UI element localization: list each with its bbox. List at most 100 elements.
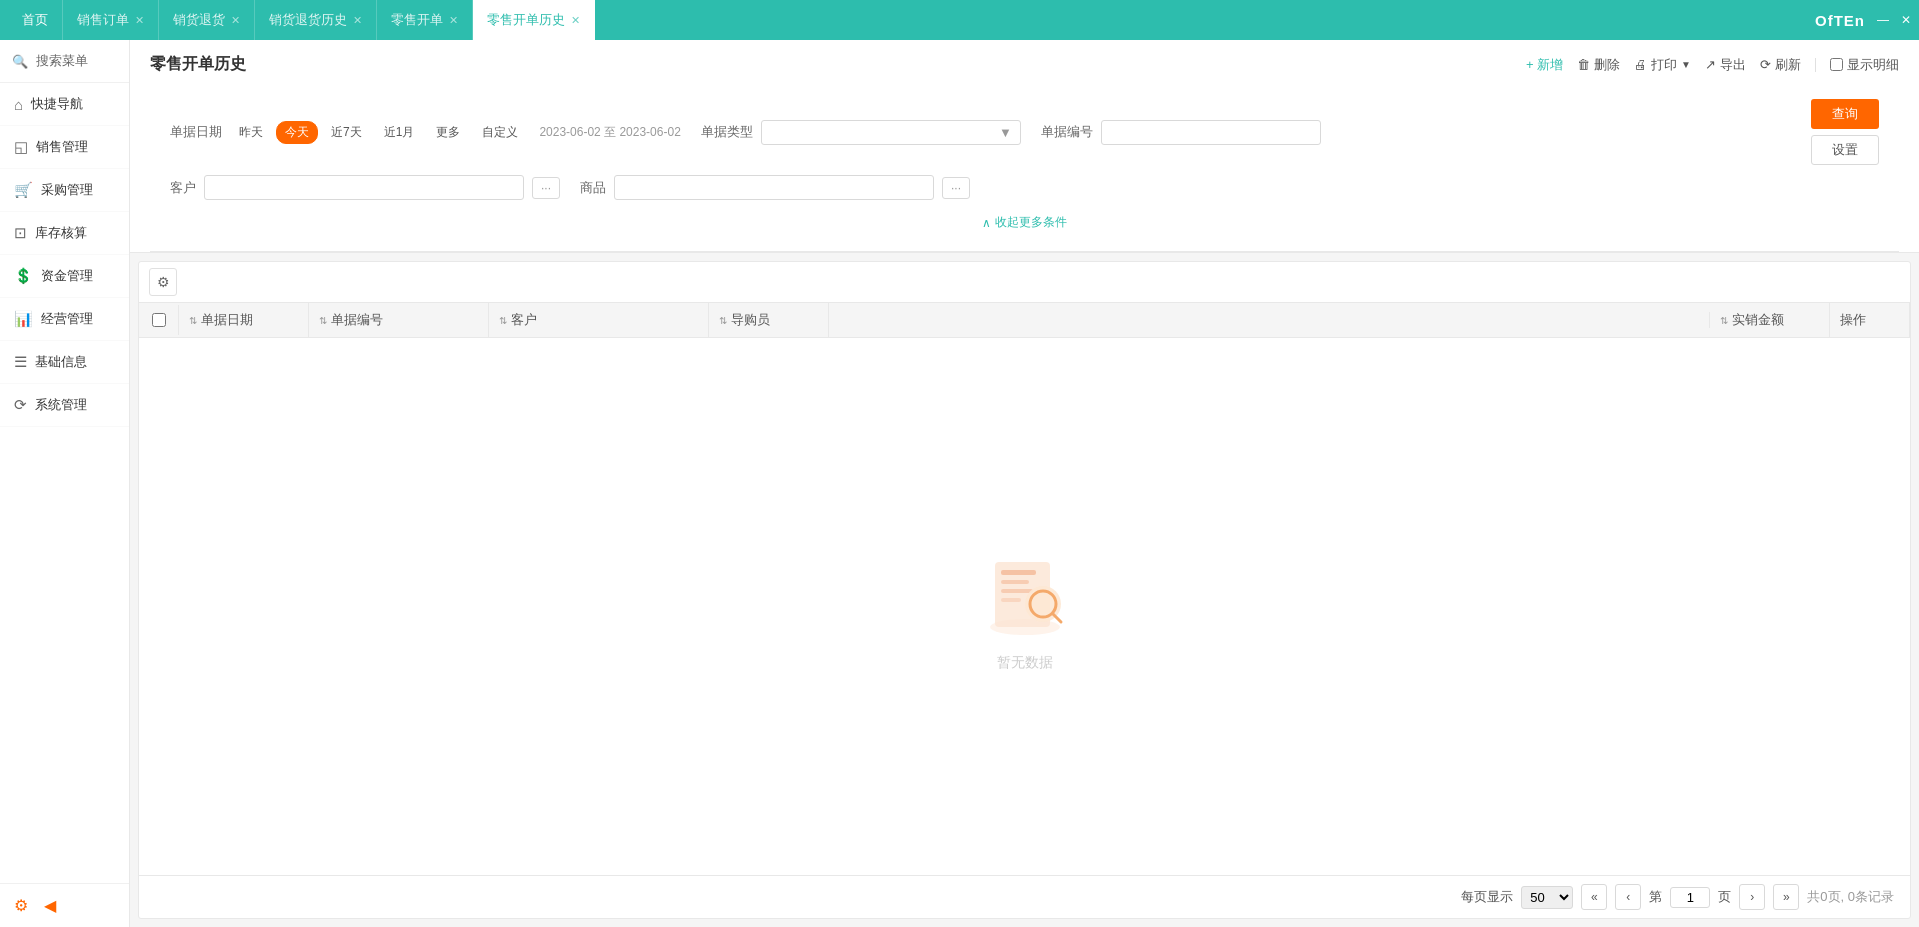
export-button-label: 导出 xyxy=(1720,56,1746,74)
refresh-button[interactable]: ⟳ 刷新 xyxy=(1760,56,1801,74)
per-page-label: 每页显示 xyxy=(1461,888,1513,906)
export-button[interactable]: ↗ 导出 xyxy=(1705,56,1746,74)
show-detail-checkbox[interactable] xyxy=(1830,58,1843,71)
tab-sales-return[interactable]: 销货退货 ✕ xyxy=(159,0,255,40)
delete-button[interactable]: 🗑 删除 xyxy=(1577,56,1620,74)
tab-retail-open-history-close[interactable]: ✕ xyxy=(571,14,580,27)
table-config-button[interactable]: ⚙ xyxy=(149,268,177,296)
query-row-2: 客户 ··· 商品 ··· xyxy=(170,175,1879,200)
query-btn-group: 查询 设置 xyxy=(1811,99,1879,165)
prev-page-btn[interactable]: ‹ xyxy=(1615,884,1641,910)
date-btn-7days[interactable]: 近7天 xyxy=(322,121,371,144)
per-page-select[interactable]: 50 100 200 xyxy=(1521,886,1573,909)
tab-sales-return-history[interactable]: 销货退货历史 ✕ xyxy=(255,0,377,40)
add-button-label: + 新增 xyxy=(1526,56,1563,74)
page-title-row: 零售开单历史 + 新增 🗑 删除 🖨 打印 ▼ ↗ xyxy=(150,54,1899,75)
sidebar-item-sales-label: 销售管理 xyxy=(36,138,88,156)
page-header: 零售开单历史 + 新增 🗑 删除 🖨 打印 ▼ ↗ xyxy=(130,40,1919,253)
tab-retail-open-history[interactable]: 零售开单历史 ✕ xyxy=(473,0,595,40)
sidebar-item-purchase[interactable]: 🛒 采购管理 xyxy=(0,169,129,212)
th-customer[interactable]: ⇅ 客户 xyxy=(489,303,709,337)
type-dropdown[interactable]: ▼ xyxy=(761,120,1021,145)
collapse-label: 收起更多条件 xyxy=(995,214,1067,231)
collapse-more-btn[interactable]: ∧ 收起更多条件 xyxy=(170,210,1879,239)
first-page-btn[interactable]: « xyxy=(1581,884,1607,910)
sidebar-item-inventory[interactable]: ⊡ 库存核算 xyxy=(0,212,129,255)
th-guide[interactable]: ⇅ 导购员 xyxy=(709,303,829,337)
home-icon: ⌂ xyxy=(14,96,23,113)
customer-dots-btn[interactable]: ··· xyxy=(532,177,560,199)
svg-rect-5 xyxy=(1001,598,1021,602)
product-input[interactable] xyxy=(614,175,934,200)
select-all-checkbox[interactable] xyxy=(152,313,166,327)
sidebar-bottom: ⚙ ◀ xyxy=(0,883,129,927)
query-button[interactable]: 查询 xyxy=(1811,99,1879,129)
tab-sales-return-close[interactable]: ✕ xyxy=(231,14,240,27)
purchase-icon: 🛒 xyxy=(14,181,33,199)
tab-sales-order-close[interactable]: ✕ xyxy=(135,14,144,27)
sidebar-collapse-icon[interactable]: ◀ xyxy=(44,896,56,915)
date-btn-today[interactable]: 今天 xyxy=(276,121,318,144)
delete-button-label: 删除 xyxy=(1594,56,1620,74)
sort-icon-date: ⇅ xyxy=(189,315,197,326)
next-page-btn[interactable]: › xyxy=(1739,884,1765,910)
date-btn-1month[interactable]: 近1月 xyxy=(375,121,424,144)
page-input[interactable] xyxy=(1670,887,1710,908)
order-no-input[interactable] xyxy=(1101,120,1321,145)
brand-logo: OfTEn xyxy=(1815,12,1865,29)
sidebar-item-base-info-label: 基础信息 xyxy=(35,353,87,371)
sidebar-search[interactable]: 🔍 搜索菜单 xyxy=(0,40,129,83)
sidebar-item-quick-nav[interactable]: ⌂ 快捷导航 xyxy=(0,83,129,126)
toolbar-actions: + 新增 🗑 删除 🖨 打印 ▼ ↗ 导出 xyxy=(1526,56,1899,74)
th-date[interactable]: ⇅ 单据日期 xyxy=(179,303,309,337)
th-action-label: 操作 xyxy=(1840,311,1866,329)
print-button-label: 打印 xyxy=(1651,56,1677,74)
tab-retail-open-close[interactable]: ✕ xyxy=(449,14,458,27)
customer-label: 客户 xyxy=(170,179,196,197)
date-range-display: 2023-06-02 至 2023-06-02 xyxy=(539,124,680,141)
date-btn-yesterday[interactable]: 昨天 xyxy=(230,121,272,144)
empty-illustration xyxy=(975,542,1075,642)
sidebar-item-operations[interactable]: 📊 经营管理 xyxy=(0,298,129,341)
window-minimize[interactable]: — xyxy=(1877,13,1889,27)
order-no-field: 单据编号 xyxy=(1041,120,1321,145)
order-no-label: 单据编号 xyxy=(1041,123,1093,141)
print-button[interactable]: 🖨 打印 ▼ xyxy=(1634,56,1691,74)
date-btn-custom[interactable]: 自定义 xyxy=(473,121,527,144)
content-area: 零售开单历史 + 新增 🗑 删除 🖨 打印 ▼ ↗ xyxy=(130,40,1919,927)
date-filter-btns: 昨天 今天 近7天 近1月 更多 自定义 xyxy=(230,121,527,144)
search-icon: 🔍 xyxy=(12,54,28,69)
th-order-no[interactable]: ⇅ 单据编号 xyxy=(309,303,489,337)
sidebar-item-finance[interactable]: 💲 资金管理 xyxy=(0,255,129,298)
last-page-btn[interactable]: » xyxy=(1773,884,1799,910)
tab-sales-order[interactable]: 销售订单 ✕ xyxy=(63,0,159,40)
th-amount[interactable]: ⇅ 实销金额 xyxy=(1710,303,1830,337)
sales-icon: ◱ xyxy=(14,138,28,156)
customer-input[interactable] xyxy=(204,175,524,200)
tab-sales-return-history-label: 销货退货历史 xyxy=(269,11,347,29)
product-dots-btn[interactable]: ··· xyxy=(942,177,970,199)
page-label: 页 xyxy=(1718,888,1731,906)
print-icon: 🖨 xyxy=(1634,57,1647,72)
window-close[interactable]: ✕ xyxy=(1901,13,1911,27)
add-button[interactable]: + 新增 xyxy=(1526,56,1563,74)
tab-sales-return-history-close[interactable]: ✕ xyxy=(353,14,362,27)
query-area: 单据日期 昨天 今天 近7天 近1月 更多 自定义 2023-06-02 至 2… xyxy=(150,87,1899,252)
show-detail-toggle[interactable]: 显示明细 xyxy=(1830,56,1899,74)
tab-home[interactable]: 首页 xyxy=(8,0,63,40)
product-label: 商品 xyxy=(580,179,606,197)
settings-button[interactable]: 设置 xyxy=(1811,135,1879,165)
sidebar-item-sales[interactable]: ◱ 销售管理 xyxy=(0,126,129,169)
type-label: 单据类型 xyxy=(701,123,753,141)
sidebar-item-base-info[interactable]: ☰ 基础信息 xyxy=(0,341,129,384)
table-config-toolbar: ⚙ xyxy=(139,262,1910,303)
sidebar-item-system[interactable]: ⟳ 系统管理 xyxy=(0,384,129,427)
date-btn-more[interactable]: 更多 xyxy=(427,121,469,144)
tab-sales-order-label: 销售订单 xyxy=(77,11,129,29)
tab-retail-open[interactable]: 零售开单 ✕ xyxy=(377,0,473,40)
th-action: 操作 xyxy=(1830,303,1910,337)
sidebar-item-system-label: 系统管理 xyxy=(35,396,87,414)
inventory-icon: ⊡ xyxy=(14,224,27,242)
sidebar-settings-icon[interactable]: ⚙ xyxy=(14,896,28,915)
th-date-label: 单据日期 xyxy=(201,311,253,329)
